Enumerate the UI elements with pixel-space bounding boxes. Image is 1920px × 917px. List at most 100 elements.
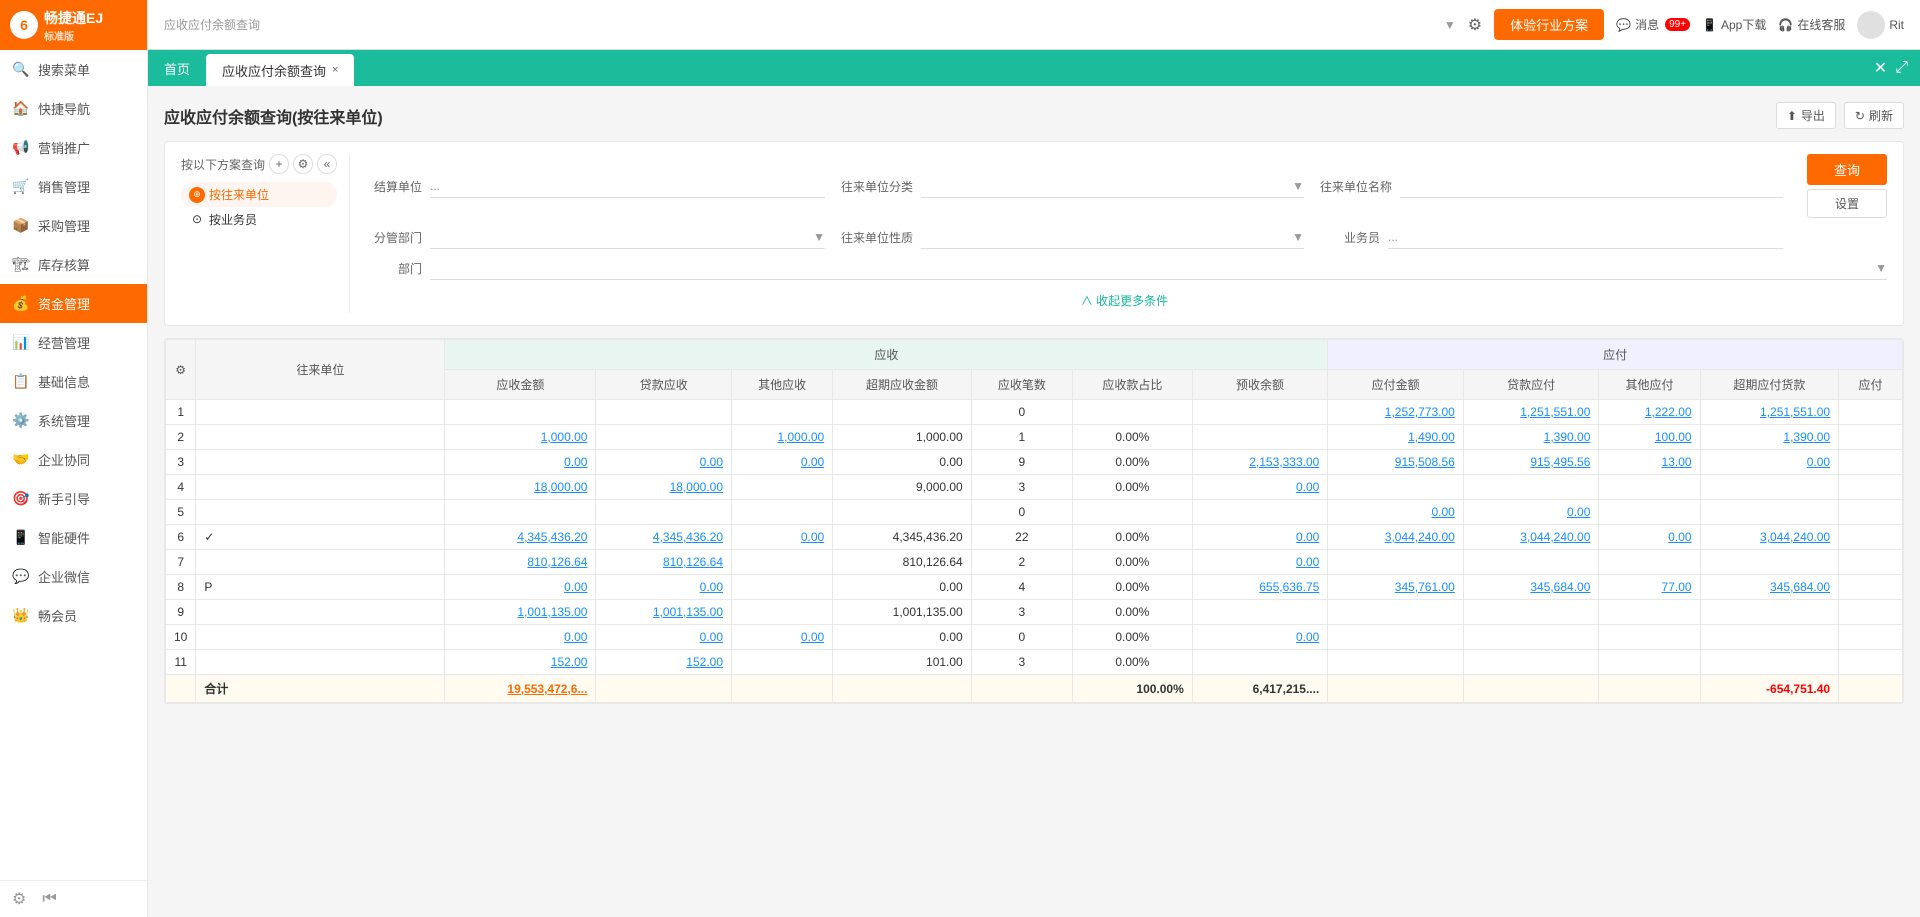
table-cell[interactable]: 0.00 — [732, 625, 833, 650]
settlement-input[interactable]: ... — [430, 175, 825, 198]
table-cell[interactable]: 810,126.64 — [596, 550, 732, 575]
table-cell[interactable]: 13.00 — [1599, 450, 1700, 475]
sidebar-item-system[interactable]: ⚙️ 系统管理 — [0, 401, 147, 440]
table-cell[interactable]: 0.00 — [445, 450, 596, 475]
sidebar-item-sales[interactable]: 🛒 销售管理 — [0, 167, 147, 206]
sidebar-item-member[interactable]: 👑 畅会员 — [0, 596, 147, 635]
table-cell[interactable]: 0.00 — [1328, 500, 1464, 525]
sidebar-item-purchase[interactable]: 📦 采购管理 — [0, 206, 147, 245]
table-cell[interactable]: 18,000.00 — [596, 475, 732, 500]
table-cell[interactable]: 1,490.00 — [1328, 425, 1464, 450]
partner-name-input[interactable] — [1400, 175, 1783, 198]
table-cell[interactable]: 1,001,135.00 — [596, 600, 732, 625]
dropdown-arrow-icon[interactable]: ▼ — [1444, 18, 1456, 32]
add-scheme-button[interactable]: + — [269, 154, 289, 174]
table-cell[interactable]: 1,252,773.00 — [1328, 400, 1464, 425]
table-cell[interactable]: 0.00 — [732, 525, 833, 550]
table-cell[interactable]: 1,251,551.00 — [1700, 400, 1839, 425]
sidebar-item-inventory[interactable]: 🏗 库存核算 — [0, 245, 147, 284]
setting-button[interactable]: 设置 — [1807, 189, 1887, 218]
sidebar-item-operations[interactable]: 📊 经营管理 — [0, 323, 147, 362]
tab-close-window-icon[interactable]: ✕ — [1874, 58, 1887, 78]
table-cell[interactable]: 915,508.56 — [1328, 450, 1464, 475]
table-cell[interactable]: 0.00 — [445, 575, 596, 600]
partner-nature-input[interactable]: ▼ — [921, 226, 1304, 249]
table-cell[interactable]: 1,000.00 — [445, 425, 596, 450]
table-row: 21,000.001,000.001,000.0010.00%1,490.001… — [166, 425, 1903, 450]
sidebar-item-search[interactable]: 🔍 搜索菜单 — [0, 50, 147, 89]
table-cell[interactable]: 2,153,333.00 — [1192, 450, 1328, 475]
table-cell[interactable]: 0.00 — [1192, 475, 1328, 500]
table-cell[interactable]: 655,636.75 — [1192, 575, 1328, 600]
sidebar-item-quicknav[interactable]: 🏠 快捷导航 — [0, 89, 147, 128]
table-cell[interactable]: 345,684.00 — [1463, 575, 1599, 600]
export-button[interactable]: ⬆ 导出 — [1776, 102, 1836, 129]
sidebar-item-hardware[interactable]: 📱 智能硬件 — [0, 518, 147, 557]
refresh-button[interactable]: ↻ 刷新 — [1844, 102, 1904, 129]
table-cell[interactable]: 915,495.56 — [1463, 450, 1599, 475]
table-cell[interactable]: 1,222.00 — [1599, 400, 1700, 425]
table-cell[interactable]: 3,044,240.00 — [1700, 525, 1839, 550]
table-cell[interactable]: 0.00 — [445, 625, 596, 650]
table-cell[interactable]: 3,044,240.00 — [1463, 525, 1599, 550]
table-cell[interactable]: 0.00 — [1700, 450, 1839, 475]
table-cell[interactable]: 0.00 — [1192, 525, 1328, 550]
table-cell[interactable]: 0.00 — [1463, 500, 1599, 525]
table-cell[interactable]: 4,345,436.20 — [596, 525, 732, 550]
sidebar-item-wechat[interactable]: 💬 企业微信 — [0, 557, 147, 596]
table-cell[interactable]: 0.00 — [1192, 625, 1328, 650]
table-cell[interactable]: 810,126.64 — [445, 550, 596, 575]
solution-button[interactable]: 体验行业方案 — [1494, 9, 1604, 40]
table-settings-icon[interactable]: ⚙ — [175, 363, 186, 377]
sidebar-item-collab[interactable]: 🤝 企业协同 — [0, 440, 147, 479]
table-cell[interactable]: 100.00 — [1599, 425, 1700, 450]
table-cell[interactable]: 77.00 — [1599, 575, 1700, 600]
collapse-more-button[interactable]: ∧ 收起更多条件 — [362, 288, 1887, 313]
salesperson-input[interactable]: ... — [1388, 226, 1783, 249]
sidebar-item-marketing[interactable]: 📢 营销推广 — [0, 128, 147, 167]
table-cell[interactable]: 345,761.00 — [1328, 575, 1464, 600]
sidebar-collapse-icon[interactable]: ⏮ — [42, 890, 56, 908]
footer-total-receivable[interactable]: 19,553,472,6... — [445, 675, 596, 703]
dept2-input[interactable]: ▼ — [430, 257, 1887, 280]
sidebar-item-finance[interactable]: 💰 资金管理 — [0, 284, 147, 323]
app-download-button[interactable]: 📱 App下载 — [1702, 16, 1766, 33]
table-cell[interactable]: 3,044,240.00 — [1328, 525, 1464, 550]
online-service-button[interactable]: 🎧 在线客服 — [1778, 16, 1845, 33]
scheme-option-salesperson[interactable]: ⊙ 按业务员 — [181, 207, 337, 232]
scheme-collapse-button[interactable]: « — [317, 154, 337, 174]
table-cell[interactable]: 345,684.00 — [1700, 575, 1839, 600]
table-cell[interactable]: 1,390.00 — [1463, 425, 1599, 450]
table-cell[interactable]: 1,000.00 — [732, 425, 833, 450]
table-cell[interactable]: 4,345,436.20 — [445, 525, 596, 550]
table-cell[interactable]: 0.00 — [596, 625, 732, 650]
table-cell[interactable]: 1,251,551.00 — [1463, 400, 1599, 425]
table-cell[interactable]: 18,000.00 — [445, 475, 596, 500]
user-profile[interactable]: Rit — [1857, 11, 1904, 39]
sidebar-item-guide[interactable]: 🎯 新手引导 — [0, 479, 147, 518]
table-cell[interactable]: 1,001,135.00 — [445, 600, 596, 625]
col-payable-amount: 应付金额 — [1328, 370, 1464, 400]
tab-home[interactable]: 首页 — [148, 50, 206, 86]
sidebar-item-baseinfo[interactable]: 📋 基础信息 — [0, 362, 147, 401]
table-cell[interactable]: 1,390.00 — [1700, 425, 1839, 450]
tab-maximize-icon[interactable]: ⤢ — [1895, 59, 1908, 77]
app-name: 畅捷通EJ — [44, 8, 103, 28]
message-button[interactable]: 💬 消息 99+ — [1616, 16, 1690, 33]
table-cell[interactable]: 0.00 — [1599, 525, 1700, 550]
tab-close-icon[interactable]: × — [332, 64, 338, 76]
sidebar-settings-icon[interactable]: ⚙ — [12, 889, 26, 909]
dept-input[interactable]: ▼ — [430, 226, 825, 249]
tab-ar-query[interactable]: 应收应付余额查询 × — [206, 54, 354, 86]
table-cell[interactable]: 0.00 — [1192, 550, 1328, 575]
settings-gear-icon[interactable]: ⚙ — [1468, 15, 1482, 35]
scheme-setting-button[interactable]: ⚙ — [293, 154, 313, 174]
partner-category-input[interactable]: ▼ — [921, 175, 1304, 198]
table-cell[interactable]: 0.00 — [596, 450, 732, 475]
table-cell[interactable]: 0.00 — [596, 575, 732, 600]
query-button[interactable]: 查询 — [1807, 154, 1887, 185]
scheme-option-partner[interactable]: ⊕ 按往来单位 — [181, 182, 337, 207]
table-cell[interactable]: 152.00 — [596, 650, 732, 675]
table-cell[interactable]: 0.00 — [732, 450, 833, 475]
table-cell[interactable]: 152.00 — [445, 650, 596, 675]
